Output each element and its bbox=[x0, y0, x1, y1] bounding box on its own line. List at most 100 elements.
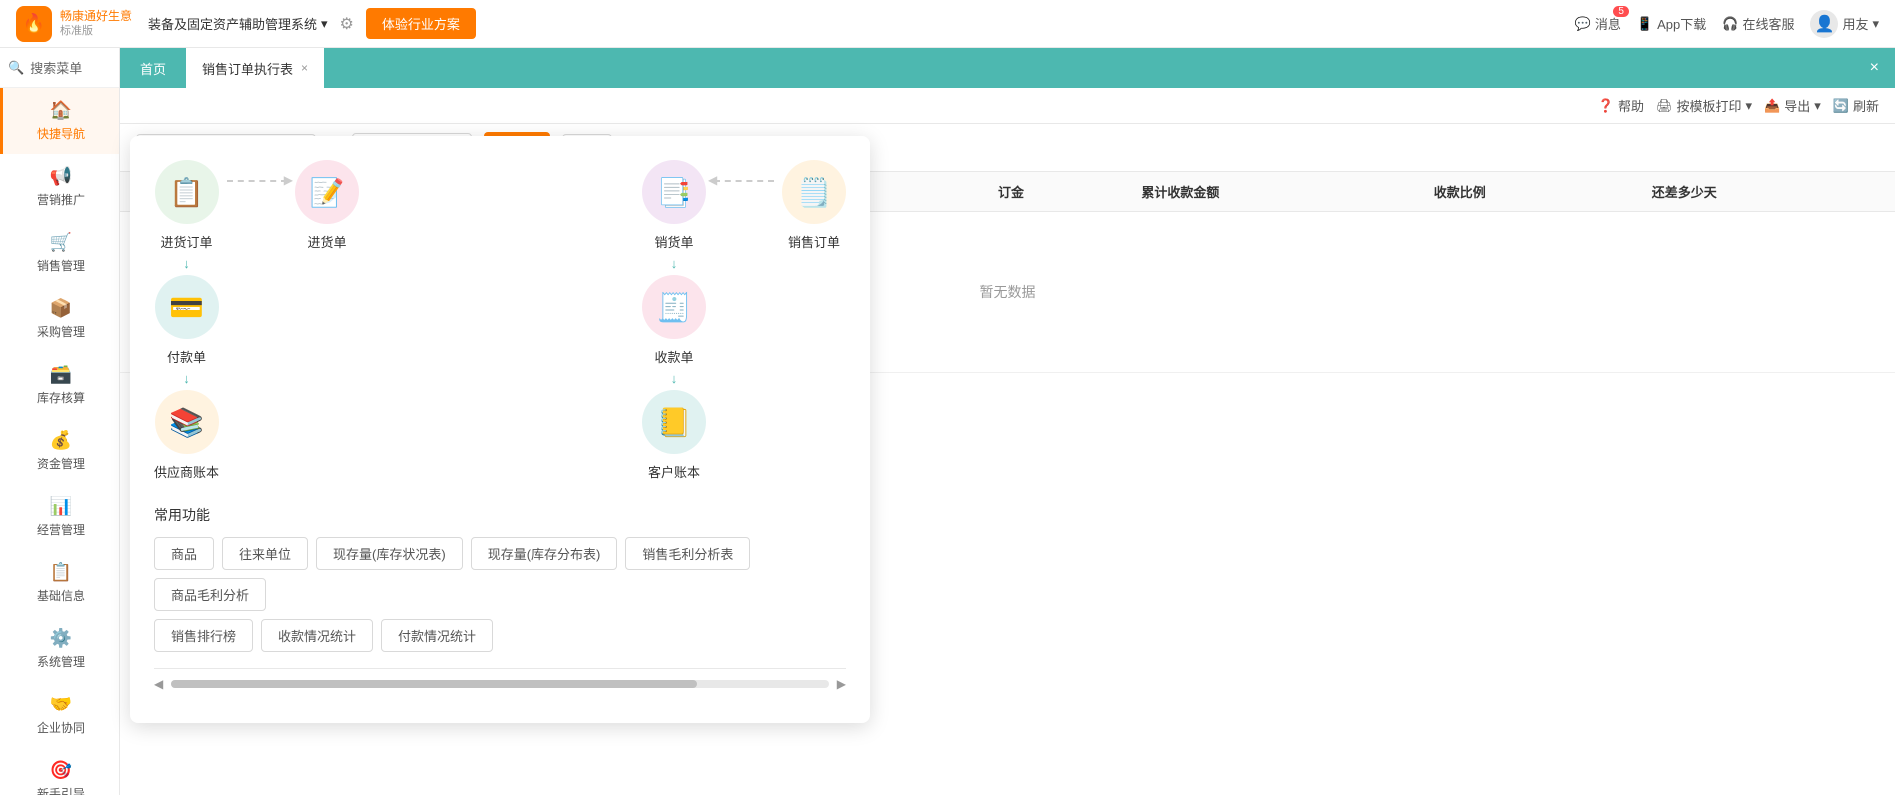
tab-home[interactable]: 首页 bbox=[120, 48, 186, 88]
settings-icon[interactable]: ⚙ bbox=[340, 14, 354, 34]
sidebar-item-base-info[interactable]: 📋 基础信息 bbox=[0, 550, 119, 616]
sidebar: 🔍 搜索菜单 🏠 快捷导航 📢 营销推广 🛒 销售管理 📦 采购管理 bbox=[0, 48, 120, 795]
fn-contacts-btn[interactable]: 往来单位 bbox=[222, 537, 308, 570]
function-buttons-row2: 销售排行榜 收款情况统计 付款情况统计 bbox=[154, 619, 846, 652]
purchase-icon: 📦 bbox=[50, 298, 72, 319]
user-chevron-icon: ▾ bbox=[1872, 16, 1879, 32]
sidebar-item-operations[interactable]: 📊 经营管理 bbox=[0, 484, 119, 550]
sidebar-item-label: 库存核算 bbox=[37, 389, 85, 406]
user-menu[interactable]: 👤 用友 ▾ bbox=[1810, 10, 1879, 38]
purchase-order-icon: 📋 bbox=[155, 160, 219, 224]
export-chevron-icon: ▾ bbox=[1814, 98, 1821, 114]
sidebar-item-label: 经营管理 bbox=[37, 521, 85, 538]
message-icon: 💬 bbox=[1575, 16, 1591, 32]
flow-node-supplier[interactable]: 📚 供应商账本 bbox=[154, 390, 219, 481]
fn-receipt-stats-btn[interactable]: 收款情况统计 bbox=[261, 619, 373, 652]
flow-node-purchase-order[interactable]: 📋 进货订单 bbox=[155, 160, 219, 251]
marketing-icon: 📢 bbox=[50, 166, 72, 187]
avatar: 👤 bbox=[1810, 10, 1838, 38]
search-menu-button[interactable]: 🔍 搜索菜单 bbox=[8, 58, 111, 77]
flow-node-receipt[interactable]: 🧾 收款单 bbox=[642, 275, 706, 366]
refresh-button[interactable]: 🔄 刷新 bbox=[1833, 96, 1879, 115]
sidebar-item-guide[interactable]: 🎯 新手引导 bbox=[0, 748, 119, 795]
trial-button[interactable]: 体验行业方案 bbox=[366, 8, 476, 39]
scroll-left-icon[interactable]: ◀ bbox=[154, 677, 163, 691]
chevron-down-icon: ▾ bbox=[321, 16, 328, 32]
logo-text: 畅康通好生意 标准版 bbox=[60, 9, 132, 39]
help-button[interactable]: ❓ 帮助 bbox=[1598, 96, 1644, 115]
sidebar-item-marketing[interactable]: 📢 营销推广 bbox=[0, 154, 119, 220]
arrow-h-1: ▶ bbox=[219, 180, 295, 182]
fn-product-profit-btn[interactable]: 商品毛利分析 bbox=[154, 578, 266, 611]
quick-nav-popup: 📋 进货订单 ↓ 💳 付款单 ↓ bbox=[130, 136, 870, 723]
sidebar-item-label: 资金管理 bbox=[37, 455, 85, 472]
common-functions: 常用功能 商品 往来单位 现存量(库存状况表) 现存量(库存分布表) 销售毛利分… bbox=[154, 505, 846, 652]
sidebar-item-label: 销售管理 bbox=[37, 257, 85, 274]
fn-stock-status-btn[interactable]: 现存量(库存状况表) bbox=[316, 537, 463, 570]
tab-bar: 首页 销售订单执行表 × × bbox=[120, 48, 1895, 88]
scrollbar-area: ◀ ▶ bbox=[154, 668, 846, 699]
sidebar-item-quick-nav[interactable]: 🏠 快捷导航 bbox=[0, 88, 119, 154]
flow-node-purchase-bill[interactable]: 📝 进货单 bbox=[295, 160, 359, 251]
service-icon: 🎧 bbox=[1722, 16, 1738, 32]
sidebar-item-label: 基础信息 bbox=[37, 587, 85, 604]
download-icon: 📱 bbox=[1637, 16, 1653, 32]
help-icon: ❓ bbox=[1598, 98, 1614, 114]
flow-node-sales-bill[interactable]: 📑 销货单 bbox=[642, 160, 706, 251]
finance-icon: 💰 bbox=[50, 430, 72, 451]
receipt-icon: 🧾 bbox=[642, 275, 706, 339]
fn-product-btn[interactable]: 商品 bbox=[154, 537, 214, 570]
system-title-select[interactable]: 装备及固定资产辅助管理系统 ▾ bbox=[148, 14, 328, 33]
message-button[interactable]: 💬 消息 5 bbox=[1575, 14, 1621, 33]
sales-order-icon: 🗒️ bbox=[782, 160, 846, 224]
arrow-down-1: ↓ bbox=[183, 251, 190, 275]
logo-icon: 🔥 bbox=[16, 6, 52, 42]
print-icon: 🖨 bbox=[1656, 98, 1673, 114]
sidebar-item-system[interactable]: ⚙️ 系统管理 bbox=[0, 616, 119, 682]
col-received-ratio: 收款比例 bbox=[1422, 172, 1640, 212]
message-badge: 5 bbox=[1613, 6, 1629, 17]
flow-node-customer[interactable]: 📒 客户账本 bbox=[642, 390, 706, 481]
export-button[interactable]: 📤 导出 ▾ bbox=[1764, 96, 1821, 115]
sidebar-item-label: 营销推广 bbox=[37, 191, 85, 208]
sidebar-item-enterprise[interactable]: 🤝 企业协同 bbox=[0, 682, 119, 748]
arrow-down-3: ↓ bbox=[671, 251, 678, 275]
flow-sales-bill-col: 📑 销货单 ↓ 🧾 收款单 ↓ bbox=[642, 160, 706, 481]
sidebar-item-inventory[interactable]: 🗃️ 库存核算 bbox=[0, 352, 119, 418]
fn-stock-dist-btn[interactable]: 现存量(库存分布表) bbox=[471, 537, 618, 570]
sales-bill-icon: 📑 bbox=[642, 160, 706, 224]
scroll-track[interactable] bbox=[171, 680, 829, 688]
sidebar-item-purchase[interactable]: 📦 采购管理 bbox=[0, 286, 119, 352]
arrow-h-2: ◀ bbox=[706, 180, 782, 182]
refresh-icon: 🔄 bbox=[1833, 98, 1849, 114]
flow-node-payment[interactable]: 💳 付款单 bbox=[155, 275, 219, 366]
online-service-button[interactable]: 🎧 在线客服 bbox=[1722, 14, 1794, 33]
flow-left-col: 📋 进货订单 ↓ 💳 付款单 ↓ bbox=[154, 160, 219, 481]
purchase-bill-icon: 📝 bbox=[295, 160, 359, 224]
payment-icon: 💳 bbox=[155, 275, 219, 339]
app-download-button[interactable]: 📱 App下载 bbox=[1637, 14, 1706, 33]
fn-sales-rank-btn[interactable]: 销售排行榜 bbox=[154, 619, 253, 652]
arrow-down-4: ↓ bbox=[671, 366, 678, 390]
sidebar-search[interactable]: 🔍 搜索菜单 bbox=[0, 48, 119, 88]
sidebar-item-label: 企业协同 bbox=[37, 719, 85, 736]
template-print-button[interactable]: 🖨 按模板打印 ▾ bbox=[1656, 96, 1752, 115]
flow-node-sales-order[interactable]: 🗒️ 销售订单 bbox=[782, 160, 846, 251]
supplier-icon: 📚 bbox=[155, 390, 219, 454]
sidebar-item-label: 新手引导 bbox=[37, 785, 85, 795]
fn-payment-stats-btn[interactable]: 付款情况统计 bbox=[381, 619, 493, 652]
system-icon: ⚙️ bbox=[50, 628, 72, 649]
tab-close-icon[interactable]: × bbox=[301, 61, 308, 75]
inventory-icon: 🗃️ bbox=[50, 364, 72, 385]
sidebar-item-finance[interactable]: 💰 资金管理 bbox=[0, 418, 119, 484]
tab-sales-order[interactable]: 销售订单执行表 × bbox=[186, 48, 324, 88]
customer-icon: 📒 bbox=[642, 390, 706, 454]
base-info-icon: 📋 bbox=[50, 562, 72, 583]
main-layout: 🔍 搜索菜单 🏠 快捷导航 📢 营销推广 🛒 销售管理 📦 采购管理 bbox=[0, 48, 1895, 795]
tab-bar-close-button[interactable]: × bbox=[1854, 59, 1895, 77]
scroll-right-icon[interactable]: ▶ bbox=[837, 677, 846, 691]
col-deposit: 订金 bbox=[986, 172, 1129, 212]
fn-sales-profit-btn[interactable]: 销售毛利分析表 bbox=[625, 537, 750, 570]
top-right-area: 💬 消息 5 📱 App下载 🎧 在线客服 👤 用友 ▾ bbox=[1575, 10, 1879, 38]
sidebar-item-sales[interactable]: 🛒 销售管理 bbox=[0, 220, 119, 286]
